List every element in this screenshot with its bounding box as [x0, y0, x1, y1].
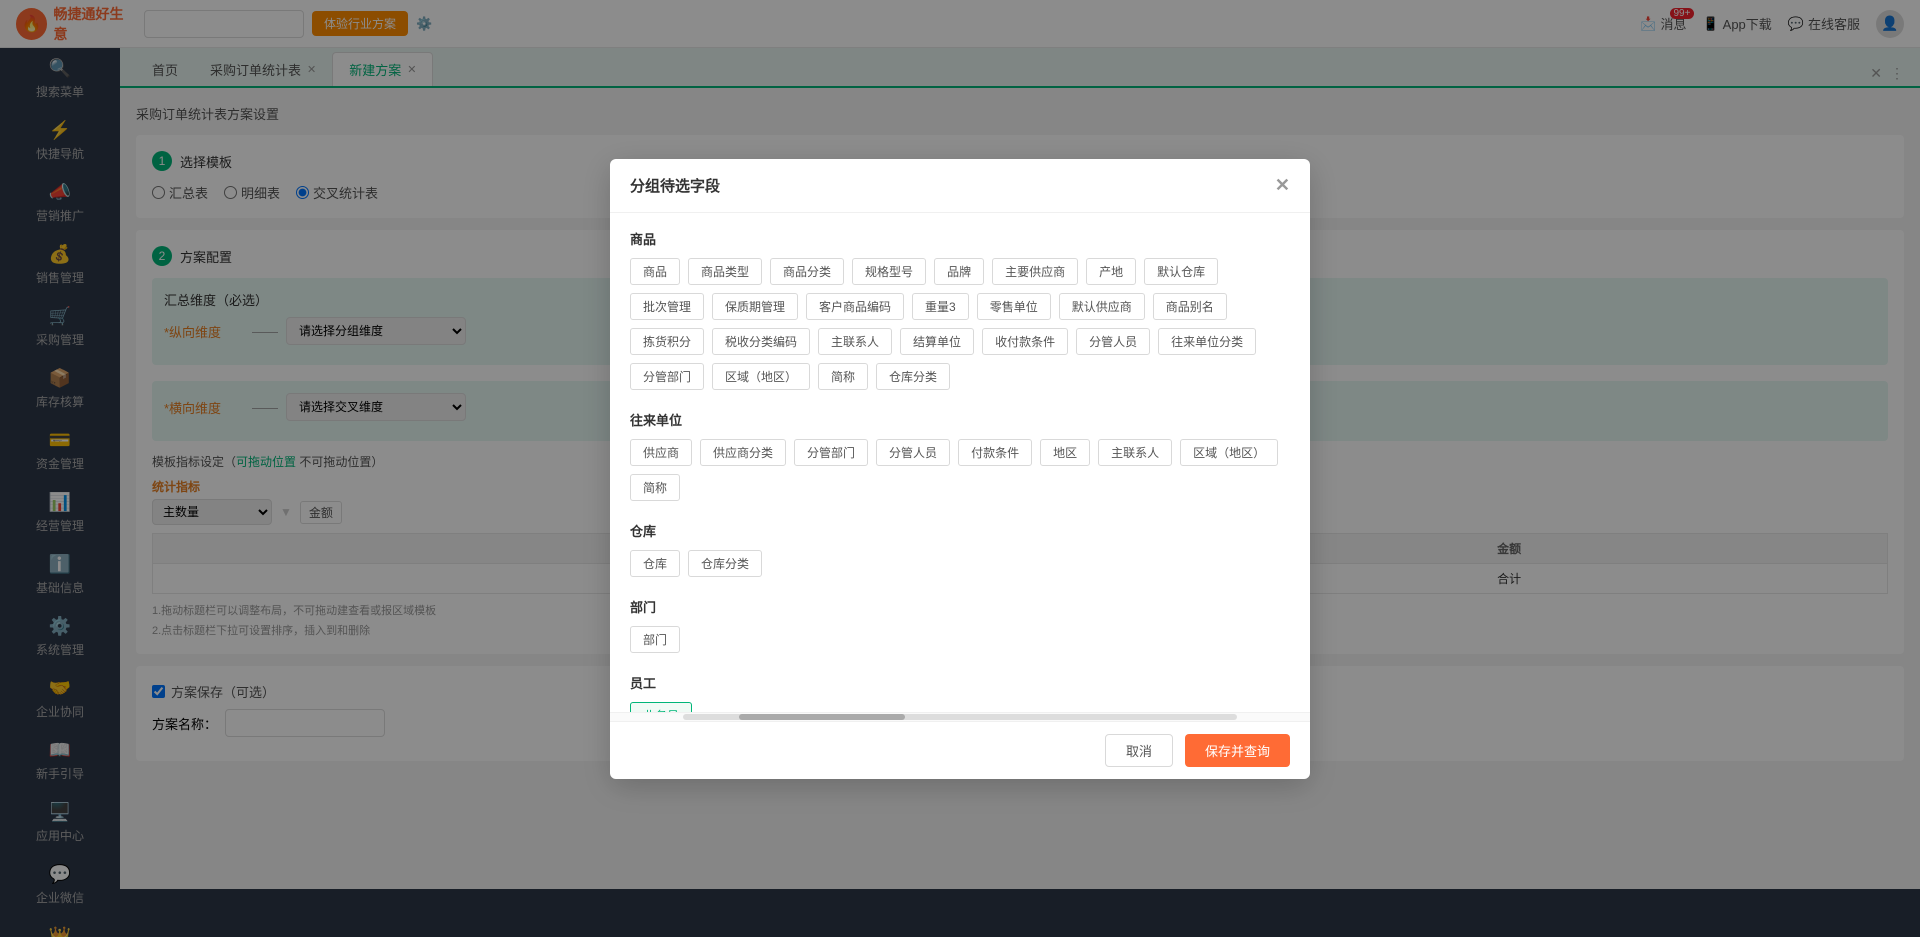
section-staff-title: 员工	[630, 673, 1290, 692]
tag-abbr[interactable]: 简称	[818, 363, 868, 390]
tag-main-contact[interactable]: 主联系人	[818, 328, 892, 355]
tag-default-supplier[interactable]: 默认供应商	[1059, 293, 1145, 320]
confirm-button[interactable]: 保存并查询	[1185, 734, 1290, 767]
tag-origin[interactable]: 产地	[1086, 258, 1136, 285]
section-product-tags: 商品 商品类型 商品分类 规格型号 品牌 主要供应商 产地 默认仓库 批次管理 …	[630, 258, 1290, 390]
tag-warehouse[interactable]: 仓库	[630, 550, 680, 577]
tag-batch-mgmt[interactable]: 批次管理	[630, 293, 704, 320]
modal-dialog: 分组待选字段 ✕ 商品 商品 商品类型 商品分类 规格型号 品牌 主要供应商 产…	[610, 159, 1310, 779]
tag-region[interactable]: 区域（地区）	[712, 363, 810, 390]
modal-hscroll[interactable]	[610, 712, 1310, 721]
section-product: 商品 商品 商品类型 商品分类 规格型号 品牌 主要供应商 产地 默认仓库 批次…	[630, 229, 1290, 390]
tag-tax-code[interactable]: 税收分类编码	[712, 328, 810, 355]
tag-payment-terms[interactable]: 收付款条件	[982, 328, 1068, 355]
section-partner: 往来单位 供应商 供应商分类 分管部门 分管人员 付款条件 地区 主联系人 区域…	[630, 410, 1290, 501]
tag-dept-managed[interactable]: 分管部门	[630, 363, 704, 390]
tag-retail-unit[interactable]: 零售单位	[977, 293, 1051, 320]
tag-supplier-category[interactable]: 供应商分类	[700, 439, 786, 466]
tag-settlement-unit[interactable]: 结算单位	[900, 328, 974, 355]
modal-body[interactable]: 商品 商品 商品类型 商品分类 规格型号 品牌 主要供应商 产地 默认仓库 批次…	[610, 213, 1310, 712]
tag-product[interactable]: 商品	[630, 258, 680, 285]
tag-managed-person[interactable]: 分管人员	[876, 439, 950, 466]
section-warehouse: 仓库 仓库 仓库分类	[630, 521, 1290, 577]
section-product-title: 商品	[630, 229, 1290, 248]
modal-title: 分组待选字段	[630, 175, 720, 196]
tag-weight[interactable]: 重量3	[912, 293, 969, 320]
tag-default-warehouse[interactable]: 默认仓库	[1144, 258, 1218, 285]
tag-main-supplier[interactable]: 主要供应商	[992, 258, 1078, 285]
tag-managed-dept[interactable]: 分管部门	[794, 439, 868, 466]
section-warehouse-tags: 仓库 仓库分类	[630, 550, 1290, 577]
tag-salesperson[interactable]: 业务员	[630, 702, 692, 712]
section-staff-tags: 业务员	[630, 702, 1290, 712]
tag-supplier[interactable]: 供应商	[630, 439, 692, 466]
tag-warehouse-category[interactable]: 仓库分类	[876, 363, 950, 390]
tag-region-partner[interactable]: 区域（地区）	[1180, 439, 1278, 466]
section-dept-tags: 部门	[630, 626, 1290, 653]
tag-spec-model[interactable]: 规格型号	[852, 258, 926, 285]
cancel-button[interactable]: 取消	[1105, 734, 1173, 767]
tag-product-type[interactable]: 商品类型	[688, 258, 762, 285]
section-staff: 员工 业务员	[630, 673, 1290, 712]
section-partner-title: 往来单位	[630, 410, 1290, 429]
tag-alias[interactable]: 商品别名	[1153, 293, 1227, 320]
section-dept: 部门 部门	[630, 597, 1290, 653]
tag-customer-code[interactable]: 客户商品编码	[806, 293, 904, 320]
modal-overlay: 分组待选字段 ✕ 商品 商品 商品类型 商品分类 规格型号 品牌 主要供应商 产…	[0, 0, 1920, 937]
tag-area[interactable]: 地区	[1040, 439, 1090, 466]
tag-main-contact-partner[interactable]: 主联系人	[1098, 439, 1172, 466]
tag-dept[interactable]: 部门	[630, 626, 680, 653]
modal-close-btn[interactable]: ✕	[1275, 175, 1290, 196]
tag-brand[interactable]: 品牌	[934, 258, 984, 285]
tag-payment-condition[interactable]: 付款条件	[958, 439, 1032, 466]
tag-pick-points[interactable]: 拣货积分	[630, 328, 704, 355]
section-partner-tags: 供应商 供应商分类 分管部门 分管人员 付款条件 地区 主联系人 区域（地区） …	[630, 439, 1290, 501]
tag-product-category[interactable]: 商品分类	[770, 258, 844, 285]
section-warehouse-title: 仓库	[630, 521, 1290, 540]
section-dept-title: 部门	[630, 597, 1290, 616]
tag-warehouse-cat[interactable]: 仓库分类	[688, 550, 762, 577]
tag-partner-category[interactable]: 往来单位分类	[1158, 328, 1256, 355]
tag-expiry-mgmt[interactable]: 保质期管理	[712, 293, 798, 320]
modal-footer: 取消 保存并查询	[610, 721, 1310, 779]
tag-manager[interactable]: 分管人员	[1076, 328, 1150, 355]
tag-abbr-partner[interactable]: 简称	[630, 474, 680, 501]
modal-header: 分组待选字段 ✕	[610, 159, 1310, 213]
